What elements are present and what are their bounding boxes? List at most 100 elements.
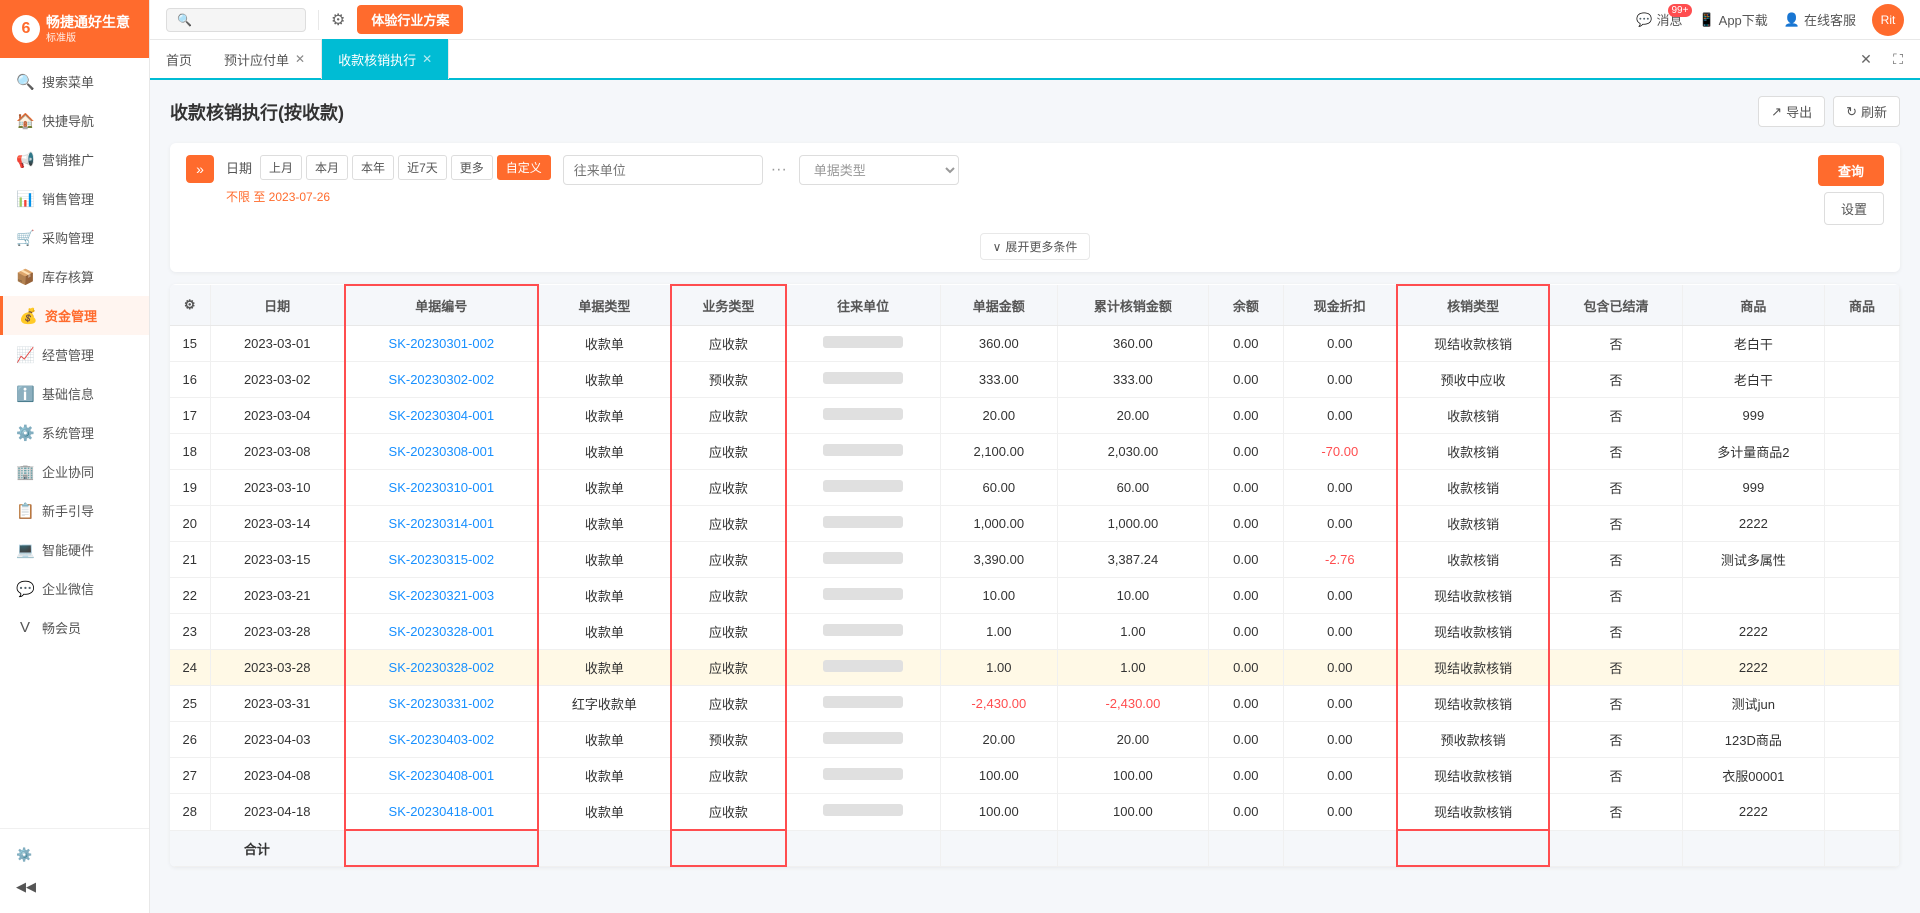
app-download-button[interactable]: 📱 App下载 <box>1698 10 1767 29</box>
search-icon: 🔍 <box>177 13 192 27</box>
th-settings[interactable]: ⚙ <box>170 285 210 326</box>
doc-no-link[interactable]: SK-20230308-001 <box>389 444 495 459</box>
tab-prepay[interactable]: 预计应付单 ✕ <box>208 39 322 79</box>
th-biz-type[interactable]: 业务类型 <box>671 285 785 326</box>
cell-include-settled: 否 <box>1549 542 1682 578</box>
doc-no-link[interactable]: SK-20230321-003 <box>389 588 495 603</box>
filter-more-dots[interactable]: ··· <box>771 161 787 179</box>
sidebar-item-label: 企业协同 <box>42 462 94 481</box>
message-button[interactable]: 💬 消息 99+ <box>1636 10 1682 29</box>
th-doc-type[interactable]: 单据类型 <box>538 285 671 326</box>
th-doc-no[interactable]: 单据编号 <box>345 285 538 326</box>
cell-goods: 老白干 <box>1682 326 1825 362</box>
refresh-button[interactable]: ↻ 刷新 <box>1833 96 1900 127</box>
filter-date-this-year[interactable]: 本年 <box>352 155 394 180</box>
table-row: 28 2023-04-18 SK-20230418-001 收款单 应收款 10… <box>170 794 1900 831</box>
doc-no-link[interactable]: SK-20230310-001 <box>389 480 495 495</box>
tab-home[interactable]: 首页 <box>150 39 208 79</box>
cell-cancel-type: 现结收款核销 <box>1397 686 1550 722</box>
doc-no-link[interactable]: SK-20230328-001 <box>389 624 495 639</box>
tab-prepay-close[interactable]: ✕ <box>295 52 305 66</box>
sidebar-item-sales[interactable]: 📊销售管理 <box>0 179 149 218</box>
doc-no-link[interactable]: SK-20230328-002 <box>389 660 495 675</box>
filter-doctype-select[interactable]: 单据类型 <box>799 155 959 185</box>
cell-no: 25 <box>170 686 210 722</box>
filter-date-7days[interactable]: 近7天 <box>398 155 447 180</box>
sidebar-item-marketing[interactable]: 📢营销推广 <box>0 140 149 179</box>
doc-no-link[interactable]: SK-20230302-002 <box>389 372 495 387</box>
tab-collect[interactable]: 收款核销执行 ✕ <box>322 39 449 79</box>
sidebar-item-purchase[interactable]: 🛒采购管理 <box>0 218 149 257</box>
topbar-gear-icon[interactable]: ⚙ <box>331 10 345 30</box>
topbar-search[interactable]: 🔍 <box>166 8 306 32</box>
cell-date: 2023-03-01 <box>210 326 345 362</box>
filter-bar: » 日期 上月 本月 本年 近7天 更多 自定义 <box>170 143 1900 272</box>
cell-doc-no: SK-20230418-001 <box>345 794 538 831</box>
sidebar-item-guide[interactable]: 📋新手引导 <box>0 491 149 530</box>
settings-button[interactable]: 设置 <box>1824 192 1884 225</box>
cell-include-settled: 否 <box>1549 326 1682 362</box>
th-date[interactable]: 日期 <box>210 285 345 326</box>
cell-goods2 <box>1825 650 1900 686</box>
doc-no-link[interactable]: SK-20230408-001 <box>389 768 495 783</box>
doc-no-link[interactable]: SK-20230418-001 <box>389 804 495 819</box>
tab-collect-close[interactable]: ✕ <box>422 52 432 66</box>
filter-counterparty-input[interactable] <box>563 155 763 185</box>
filter-expand-arrow[interactable]: » <box>186 155 214 183</box>
cell-date: 2023-03-02 <box>210 362 345 398</box>
sidebar-item-enterprise[interactable]: 🏢企业协同 <box>0 452 149 491</box>
solution-button[interactable]: 体验行业方案 <box>357 5 463 34</box>
cell-balance: 0.00 <box>1208 758 1283 794</box>
filter-date-custom[interactable]: 自定义 <box>497 155 551 180</box>
th-counterparty[interactable]: 往来单位 <box>786 285 941 326</box>
cell-counterparty <box>786 326 941 362</box>
sidebar-item-hardware[interactable]: 💻智能硬件 <box>0 530 149 569</box>
table-settings-icon[interactable]: ⚙ <box>184 297 196 312</box>
filter-date-more[interactable]: 更多 <box>451 155 493 180</box>
th-amount[interactable]: 单据金额 <box>940 285 1057 326</box>
doc-no-link[interactable]: SK-20230304-001 <box>389 408 495 423</box>
guide-icon: 📋 <box>16 502 34 520</box>
th-cancel-type[interactable]: 核销类型 <box>1397 285 1550 326</box>
sidebar-item-inventory[interactable]: 📦库存核算 <box>0 257 149 296</box>
th-include-settled[interactable]: 包含已结清 <box>1549 285 1682 326</box>
cell-cash-discount: 0.00 <box>1283 614 1397 650</box>
doc-no-link[interactable]: SK-20230301-002 <box>389 336 495 351</box>
filter-date-this-month[interactable]: 本月 <box>306 155 348 180</box>
th-goods2[interactable]: 商品 <box>1825 285 1900 326</box>
expand-btn[interactable]: ∨ 展开更多条件 <box>980 233 1091 260</box>
user-avatar[interactable]: Rit <box>1872 4 1904 36</box>
cell-goods: 衣服00001 <box>1682 758 1825 794</box>
cell-counterparty <box>786 362 941 398</box>
filter-date-last-month[interactable]: 上月 <box>260 155 302 180</box>
sidebar-item-operations[interactable]: 📈经营管理 <box>0 335 149 374</box>
sidebar-bottom-settings[interactable]: ⚙️ <box>0 839 149 871</box>
online-service-button[interactable]: 👤 在线客服 <box>1784 10 1856 29</box>
doc-no-link[interactable]: SK-20230403-002 <box>389 732 495 747</box>
th-balance[interactable]: 余额 <box>1208 285 1283 326</box>
cell-goods: 123D商品 <box>1682 722 1825 758</box>
query-button[interactable]: 查询 <box>1818 155 1884 186</box>
sidebar-item-quicknav[interactable]: 🏠快捷导航 <box>0 101 149 140</box>
cell-cancel-type: 收款核销 <box>1397 434 1550 470</box>
th-cancel-amount[interactable]: 累计核销金额 <box>1057 285 1208 326</box>
cell-date: 2023-03-04 <box>210 398 345 434</box>
tab-close-all[interactable]: ✕ <box>1852 45 1880 73</box>
th-cash-discount[interactable]: 现金折扣 <box>1283 285 1397 326</box>
cell-goods: 2222 <box>1682 650 1825 686</box>
doc-no-link[interactable]: SK-20230331-002 <box>389 696 495 711</box>
cell-cancel-type: 预收中应收 <box>1397 362 1550 398</box>
sidebar-bottom-collapse[interactable]: ◀◀ <box>0 871 149 903</box>
doc-no-link[interactable]: SK-20230314-001 <box>389 516 495 531</box>
sidebar-item-wechat[interactable]: 💬企业微信 <box>0 569 149 608</box>
th-goods[interactable]: 商品 <box>1682 285 1825 326</box>
sidebar-item-member[interactable]: V畅会员 <box>0 608 149 647</box>
sidebar-item-system[interactable]: ⚙️系统管理 <box>0 413 149 452</box>
tab-maximize[interactable]: ⛶ <box>1884 45 1912 73</box>
main-content: 🔍 ⚙ 体验行业方案 💬 消息 99+ 📱 App下载 👤 在线客服 Rit <box>150 0 1920 913</box>
sidebar-item-basic[interactable]: ℹ️基础信息 <box>0 374 149 413</box>
sidebar-item-search[interactable]: 🔍搜索菜单 <box>0 62 149 101</box>
export-button[interactable]: ↗ 导出 <box>1758 96 1825 127</box>
doc-no-link[interactable]: SK-20230315-002 <box>389 552 495 567</box>
sidebar-item-finance[interactable]: 💰资金管理 <box>0 296 149 335</box>
